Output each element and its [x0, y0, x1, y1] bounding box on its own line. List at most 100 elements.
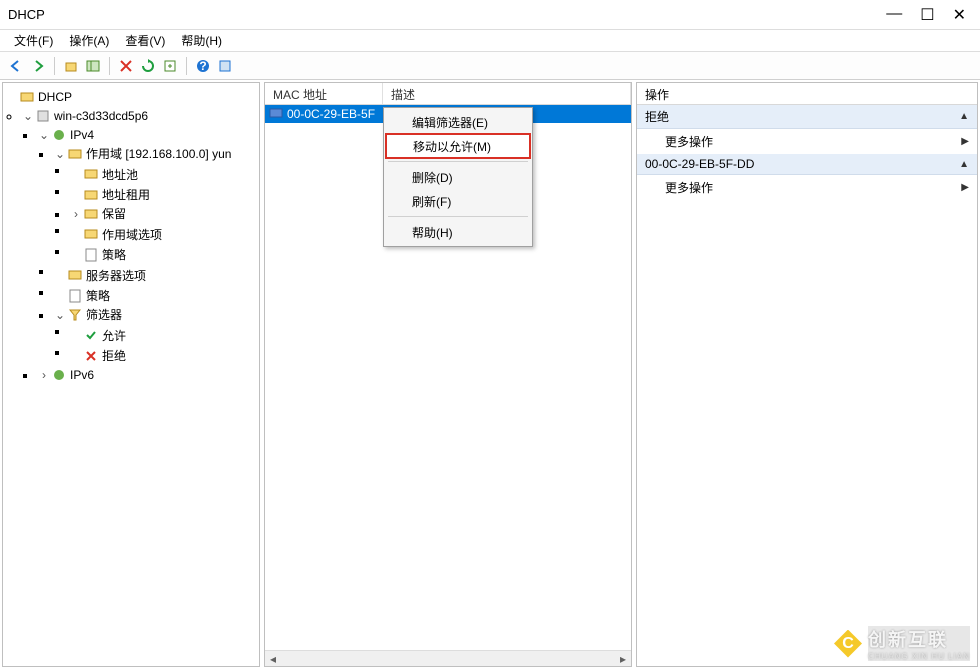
context-menu: 编辑筛选器(E) 移动以允许(M) 删除(D) 刷新(F) 帮助(H)	[383, 107, 533, 247]
close-button[interactable]: ✕	[953, 5, 966, 25]
tree-policies-scope[interactable]: 策略	[69, 245, 257, 264]
action-more-1[interactable]: 更多操作 ▶	[637, 129, 977, 154]
chevron-down-icon: ⌄	[21, 109, 35, 123]
column-description[interactable]: 描述	[383, 83, 631, 104]
action-section-label: 拒绝	[645, 108, 669, 125]
cm-edit-filter[interactable]: 编辑筛选器(E)	[386, 110, 530, 134]
cell-mac-value: 00-0C-29-EB-5F	[287, 107, 375, 121]
tree-label: DHCP	[38, 90, 72, 104]
action-section-label: 00-0C-29-EB-5F-DD	[645, 157, 754, 171]
actions-pane: 操作 拒绝 ▲ 更多操作 ▶ 00-0C-29-EB-5F-DD ▲ 更多操作 …	[636, 82, 978, 667]
scroll-left-icon[interactable]: ◂	[265, 652, 281, 666]
tree-ipv4[interactable]: ⌄ IPv4	[37, 125, 257, 144]
chevron-down-icon: ⌄	[37, 128, 51, 142]
column-mac[interactable]: MAC 地址	[265, 83, 383, 104]
watermark: C 创新互联 CHUANG XIN HU LIAN	[834, 626, 970, 661]
tree-filters[interactable]: ⌄筛选器	[53, 305, 257, 324]
menu-view[interactable]: 查看(V)	[117, 30, 173, 51]
cell-mac: 00-0C-29-EB-5F	[265, 106, 383, 122]
list-pane: MAC 地址 描述 00-0C-29-EB-5F 封禁 编辑筛选器(E) 移动以…	[264, 82, 632, 667]
tree-label: 服务器选项	[86, 267, 146, 284]
tree-server-options[interactable]: 服务器选项	[53, 266, 257, 285]
svg-text:?: ?	[199, 59, 206, 73]
refresh-button[interactable]	[138, 56, 158, 76]
ipv6-icon	[51, 367, 67, 383]
titlebar: DHCP — ☐ ✕	[0, 0, 980, 30]
action-more-2[interactable]: 更多操作 ▶	[637, 175, 977, 200]
toolbar-separator	[109, 57, 110, 75]
horizontal-scrollbar[interactable]: ◂ ▸	[265, 650, 631, 666]
ipv4-icon	[51, 127, 67, 143]
scroll-right-icon[interactable]: ▸	[615, 652, 631, 666]
filter-deny-icon	[269, 106, 285, 122]
watermark-text: 创新互联 CHUANG XIN HU LIAN	[868, 626, 970, 661]
tree-scope-options[interactable]: 作用域选项	[69, 225, 257, 244]
cm-help[interactable]: 帮助(H)	[386, 220, 530, 244]
show-hide-button[interactable]	[83, 56, 103, 76]
properties-button[interactable]	[215, 56, 235, 76]
filter-icon	[67, 307, 83, 323]
window-title: DHCP	[8, 7, 886, 22]
main-area: DHCP ⌄ win-c3d33dcd5p6 ⌄	[0, 80, 980, 669]
chevron-right-icon: ›	[69, 207, 83, 221]
tree-label: IPv4	[70, 128, 94, 142]
watermark-logo-icon: C	[834, 630, 862, 658]
tree-deny[interactable]: 拒绝	[69, 346, 257, 365]
toolbar-separator	[186, 57, 187, 75]
options-icon	[83, 226, 99, 242]
tree-label: 策略	[102, 246, 126, 263]
tree-label: 作用域选项	[102, 226, 162, 243]
tree-label: 筛选器	[86, 306, 122, 323]
tree-pane: DHCP ⌄ win-c3d33dcd5p6 ⌄	[2, 82, 260, 667]
toolbar: ?	[0, 52, 980, 80]
back-button[interactable]	[6, 56, 26, 76]
tree-label: 策略	[86, 287, 110, 304]
menu-help[interactable]: 帮助(H)	[173, 30, 230, 51]
tree-label: 拒绝	[102, 347, 126, 364]
folder-icon	[83, 166, 99, 182]
tree-label: win-c3d33dcd5p6	[54, 109, 148, 123]
list-body[interactable]: 00-0C-29-EB-5F 封禁 编辑筛选器(E) 移动以允许(M) 删除(D…	[265, 105, 631, 650]
collapse-icon: ▲	[959, 159, 969, 170]
actions-header: 操作	[637, 83, 977, 105]
maximize-button[interactable]: ☐	[920, 5, 934, 25]
menu-action[interactable]: 操作(A)	[61, 30, 117, 51]
menu-file[interactable]: 文件(F)	[6, 30, 61, 51]
watermark-en: CHUANG XIN HU LIAN	[868, 652, 970, 661]
help-button[interactable]: ?	[193, 56, 213, 76]
tree-leases[interactable]: 地址租用	[69, 185, 257, 204]
collapse-icon: ▲	[959, 111, 969, 122]
action-section-deny[interactable]: 拒绝 ▲	[637, 105, 977, 129]
action-link-label: 更多操作	[665, 179, 713, 196]
tree-address-pool[interactable]: 地址池	[69, 165, 257, 184]
tree-root-dhcp[interactable]: DHCP	[5, 87, 257, 106]
action-section-mac[interactable]: 00-0C-29-EB-5F-DD ▲	[637, 154, 977, 175]
cm-move-to-allow[interactable]: 移动以允许(M)	[385, 133, 531, 159]
delete-button[interactable]	[116, 56, 136, 76]
tree-allow[interactable]: 允许	[69, 326, 257, 345]
tree-scope[interactable]: ⌄ 作用域 [192.168.100.0] yun	[53, 144, 257, 163]
tree-ipv6[interactable]: › IPv6	[37, 365, 257, 384]
tree-label: 地址租用	[102, 186, 150, 203]
tree-server[interactable]: ⌄ win-c3d33dcd5p6	[21, 106, 257, 125]
tree-label: IPv6	[70, 368, 94, 382]
tree-reservations[interactable]: › 保留	[69, 204, 257, 223]
list-header: MAC 地址 描述	[265, 83, 631, 105]
tree-label: 地址池	[102, 166, 138, 183]
chevron-right-icon: ›	[37, 368, 51, 382]
minimize-button[interactable]: —	[886, 5, 902, 25]
cm-delete[interactable]: 删除(D)	[386, 165, 530, 189]
server-icon	[35, 108, 51, 124]
watermark-cn: 创新互联	[868, 626, 970, 652]
reservations-icon	[83, 206, 99, 222]
chevron-right-icon: ▶	[961, 136, 969, 147]
tree-label: 保留	[102, 205, 126, 222]
cm-refresh[interactable]: 刷新(F)	[386, 189, 530, 213]
tree-policies[interactable]: 策略	[53, 286, 257, 305]
policy-icon	[83, 247, 99, 263]
up-button[interactable]	[61, 56, 81, 76]
server-options-icon	[67, 267, 83, 283]
forward-button[interactable]	[28, 56, 48, 76]
action-link-label: 更多操作	[665, 133, 713, 150]
export-button[interactable]	[160, 56, 180, 76]
